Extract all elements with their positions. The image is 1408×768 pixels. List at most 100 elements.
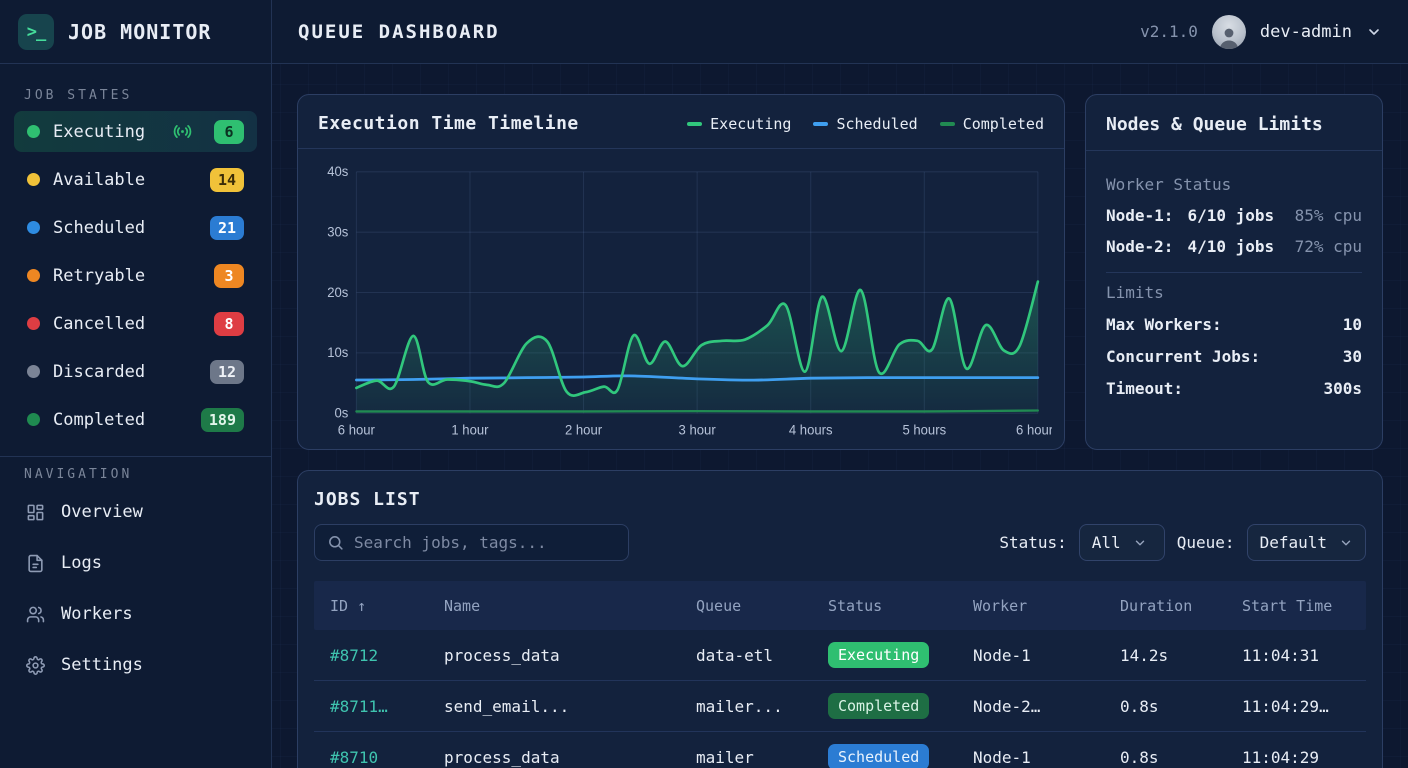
chevron-down-icon[interactable] <box>1366 24 1382 40</box>
state-count-badge: 8 <box>214 311 244 336</box>
job-id-link[interactable]: #8711… <box>314 697 428 716</box>
nav-label: Logs <box>61 553 102 573</box>
sidebar-state-available[interactable]: Available 14 <box>14 159 257 200</box>
line-chart-svg: 0s 10s 20s 30s 40s 6 hour 1 hour 2 hour 3 hour 4 … <box>327 164 1060 438</box>
svg-text:20s: 20s <box>327 284 348 299</box>
state-label: Executing <box>53 121 146 142</box>
chart-title: Execution Time Timeline <box>318 113 579 134</box>
node-cpu: 72% cpu <box>1294 237 1362 256</box>
navigation-header: NAVIGATION <box>24 467 133 482</box>
job-start-time: 11:04:29… <box>1242 696 1329 716</box>
sidebar-state-scheduled[interactable]: Scheduled 21 <box>14 207 257 248</box>
table-row[interactable]: #8711… send_email... mailer... Completed… <box>314 681 1366 732</box>
column-worker[interactable]: Worker <box>957 597 1104 615</box>
state-label: Completed <box>53 409 146 430</box>
sidebar-state-retryable[interactable]: Retryable 3 <box>14 255 257 296</box>
svg-text:5 hours: 5 hours <box>902 422 946 437</box>
column-status[interactable]: Status <box>812 597 957 615</box>
svg-text:3 hour: 3 hour <box>679 422 717 437</box>
node-jobs: 4/10 jobs <box>1187 237 1275 256</box>
overview-icon <box>27 504 44 520</box>
svg-text:6 hour: 6 hour <box>338 422 376 437</box>
chevron-down-icon <box>1341 540 1351 545</box>
state-label: Cancelled <box>53 313 146 334</box>
table-row[interactable]: #8712 process_data data-etl Executing No… <box>314 630 1366 681</box>
node-2-row: Node-2: 4/10 jobs 72% cpu <box>1106 237 1362 256</box>
legend-swatch <box>939 121 955 126</box>
search-input[interactable] <box>354 533 616 552</box>
app-logo-area: >_ JOB MONITOR <box>0 0 272 64</box>
job-duration: 14.2s <box>1120 645 1169 665</box>
sidebar: JOB STATES Executing 6 Available 14 Sche… <box>0 64 272 768</box>
node-name: Node-1: <box>1106 206 1174 225</box>
svg-text:1 hour: 1 hour <box>451 422 489 437</box>
job-id-link[interactable]: #8710 <box>314 748 428 767</box>
table-row[interactable]: #8710 process_data mailer Scheduled Node… <box>314 732 1366 768</box>
svg-text:40s: 40s <box>327 164 348 179</box>
node-1-row: Node-1: 6/10 jobs 85% cpu <box>1106 206 1362 225</box>
state-color-dot <box>27 413 40 426</box>
state-count-badge: 21 <box>209 215 244 240</box>
svg-text:10s: 10s <box>327 345 348 360</box>
column-start-time[interactable]: Start Time <box>1226 597 1366 615</box>
status-badge: Completed <box>828 693 930 719</box>
job-name: process_data <box>444 747 560 767</box>
node-name: Node-2: <box>1106 237 1174 256</box>
nodes-limits-card: Nodes & Queue Limits Worker Status Node-… <box>1085 94 1383 450</box>
sidebar-item-logs[interactable]: Logs <box>14 542 257 584</box>
sidebar-state-cancelled[interactable]: Cancelled 8 <box>14 303 257 344</box>
sidebar-item-overview[interactable]: Overview <box>14 491 257 533</box>
sidebar-divider <box>0 456 271 457</box>
limit-label: Timeout: <box>1106 379 1184 398</box>
node-cpu: 85% cpu <box>1294 206 1362 225</box>
job-queue: data-etl <box>696 645 774 665</box>
nav-label: Workers <box>61 604 133 624</box>
status-select[interactable]: All <box>1078 524 1165 561</box>
chart-legend: Executing Scheduled Completed <box>687 115 1044 133</box>
svg-text:30s: 30s <box>327 224 348 239</box>
state-count-badge: 6 <box>214 119 244 144</box>
column-queue[interactable]: Queue <box>680 597 812 615</box>
limit-value: 10 <box>1342 315 1362 334</box>
column-name[interactable]: Name <box>428 597 680 615</box>
legend-executing: Executing <box>687 115 791 133</box>
limits-header: Limits <box>1106 283 1164 302</box>
workers-icon <box>26 606 45 622</box>
sidebar-item-settings[interactable]: Settings <box>14 644 257 686</box>
state-color-dot <box>27 365 40 378</box>
nodes-card-divider <box>1106 272 1362 273</box>
settings-icon <box>26 655 45 675</box>
limit-value: 30 <box>1342 347 1362 366</box>
legend-scheduled: Scheduled <box>813 115 918 133</box>
job-name: process_data <box>444 645 560 665</box>
state-count-badge: 14 <box>209 167 244 192</box>
sidebar-state-discarded[interactable]: Discarded 12 <box>14 351 257 392</box>
column-id[interactable]: ID ↑ <box>314 597 428 615</box>
limit-value: 300s <box>1323 379 1362 398</box>
page-title: QUEUE DASHBOARD <box>298 20 500 43</box>
sidebar-state-completed[interactable]: Completed 189 <box>14 399 257 440</box>
timeline-card: Execution Time Timeline Executing Schedu… <box>297 94 1065 450</box>
jobs-table: ID ↑ Name Queue Status Worker Duration S… <box>314 581 1366 768</box>
job-name: send_email... <box>444 696 570 716</box>
user-avatar[interactable] <box>1211 14 1246 49</box>
sidebar-item-workers[interactable]: Workers <box>14 593 257 635</box>
job-worker: Node-1 <box>973 645 1031 665</box>
state-color-dot <box>27 317 40 330</box>
sidebar-state-executing[interactable]: Executing 6 <box>14 111 257 152</box>
job-queue: mailer... <box>696 696 783 716</box>
status-badge: Scheduled <box>828 744 930 768</box>
state-count-badge: 12 <box>209 359 244 384</box>
limit-concurrent-jobs: Concurrent Jobs: 30 <box>1106 347 1362 366</box>
status-badge: Executing <box>828 642 930 668</box>
version-label: v2.1.0 <box>1140 22 1198 41</box>
job-start-time: 11:04:29 <box>1242 747 1320 767</box>
legend-completed: Completed <box>939 115 1044 133</box>
limit-max-workers: Max Workers: 10 <box>1106 315 1362 334</box>
queue-select[interactable]: Default <box>1246 524 1366 561</box>
nav-label: Settings <box>61 655 143 675</box>
column-duration[interactable]: Duration <box>1104 597 1226 615</box>
state-label: Available <box>53 169 146 190</box>
job-id-link[interactable]: #8712 <box>314 646 428 665</box>
status-select-value: All <box>1091 533 1121 552</box>
